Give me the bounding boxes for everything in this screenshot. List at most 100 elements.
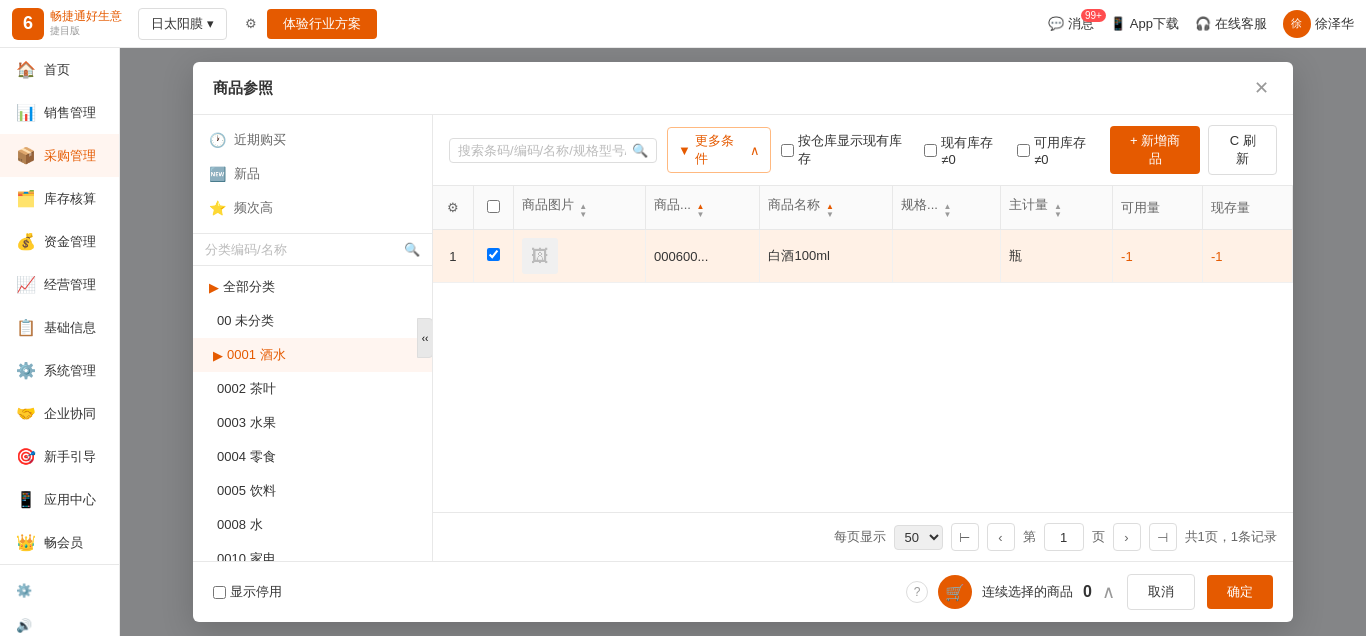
available-stock-checkbox[interactable] bbox=[1017, 144, 1030, 157]
cancel-button[interactable]: 取消 bbox=[1127, 574, 1195, 610]
nonzero-stock-filter[interactable]: 现有库存≠0 bbox=[924, 134, 1007, 167]
sidebar-label-finance: 资金管理 bbox=[44, 233, 96, 251]
sidebar-item-enterprise[interactable]: 🤝 企业协同 bbox=[0, 392, 119, 435]
prev-page-button[interactable]: ‹ bbox=[987, 523, 1015, 551]
user-menu[interactable]: 徐 徐泽华 bbox=[1283, 10, 1354, 38]
sidebar-label-inventory: 库存核算 bbox=[44, 190, 96, 208]
last-page-button[interactable]: ⊣ bbox=[1149, 523, 1177, 551]
sidebar-label-sales: 销售管理 bbox=[44, 104, 96, 122]
category-unclassified-label: 00 未分类 bbox=[217, 312, 274, 330]
message-nav-item[interactable]: 💬 消息 99+ bbox=[1048, 15, 1094, 33]
select-all-checkbox[interactable] bbox=[487, 200, 500, 213]
logo-area: 6 畅捷通好生意 捷目版 bbox=[12, 8, 122, 40]
sort-unit-icon: ▲▼ bbox=[1054, 203, 1062, 219]
sidebar-item-guide[interactable]: 🎯 新手引导 bbox=[0, 435, 119, 478]
show-disabled-checkbox[interactable] bbox=[213, 586, 226, 599]
row-checkbox-cell[interactable] bbox=[473, 230, 513, 283]
category-fruit-label: 0003 水果 bbox=[217, 414, 276, 432]
sort-image-icon: ▲▼ bbox=[579, 203, 587, 219]
th-unit[interactable]: 主计量 ▲▼ bbox=[1001, 186, 1113, 230]
sidebar-item-basic[interactable]: 📋 基础信息 bbox=[0, 306, 119, 349]
th-available[interactable]: 可用量 bbox=[1113, 186, 1203, 230]
chevron-left-icon: ‹‹ bbox=[422, 333, 429, 344]
config-icon: ⚙ bbox=[447, 200, 459, 215]
sidebar-label-guide: 新手引导 bbox=[44, 448, 96, 466]
warehouse-stock-checkbox[interactable] bbox=[781, 144, 794, 157]
add-product-button[interactable]: + 新增商品 bbox=[1110, 126, 1201, 174]
row-checkbox[interactable] bbox=[487, 248, 500, 261]
sidebar-item-inventory[interactable]: 🗂️ 库存核算 bbox=[0, 177, 119, 220]
category-snack[interactable]: 0004 零食 bbox=[193, 440, 432, 474]
next-page-button[interactable]: › bbox=[1113, 523, 1141, 551]
app-download-item[interactable]: 📱 App下载 bbox=[1110, 15, 1179, 33]
sidebar-item-system[interactable]: ⚙️ 系统管理 bbox=[0, 349, 119, 392]
refresh-button[interactable]: C 刷新 bbox=[1208, 125, 1277, 175]
company-dropdown[interactable]: 日太阳膜 ▾ bbox=[138, 8, 227, 40]
filter-icon: ▼ bbox=[678, 143, 691, 158]
sidebar-item-finance[interactable]: 💰 资金管理 bbox=[0, 220, 119, 263]
prev-icon: ‹ bbox=[998, 530, 1002, 545]
per-page-select[interactable]: 50 bbox=[894, 525, 943, 550]
modal-overlay: 商品参照 ✕ 🕐 近期购买 🆕 bbox=[120, 48, 1366, 636]
online-service-item[interactable]: 🎧 在线客服 bbox=[1195, 15, 1267, 33]
recent-purchase-label: 近期购买 bbox=[234, 131, 286, 149]
page-number-input[interactable] bbox=[1044, 523, 1084, 551]
collapse-panel-button[interactable]: ‹‹ bbox=[417, 318, 433, 358]
last-page-icon: ⊣ bbox=[1157, 530, 1168, 545]
settings-icon[interactable]: ⚙ bbox=[235, 8, 267, 40]
sidebar-label-purchase: 采购管理 bbox=[44, 147, 96, 165]
first-page-button[interactable]: ⊢ bbox=[951, 523, 979, 551]
category-beverage[interactable]: 0005 饮料 bbox=[193, 474, 432, 508]
first-page-icon: ⊢ bbox=[959, 530, 970, 545]
modal-close-button[interactable]: ✕ bbox=[1249, 76, 1273, 100]
confirm-button[interactable]: 确定 bbox=[1207, 575, 1273, 609]
row-name-cell: 白酒100ml bbox=[760, 230, 893, 283]
category-search-icon[interactable]: 🔍 bbox=[404, 242, 420, 257]
sidebar-item-sales[interactable]: 📊 销售管理 bbox=[0, 91, 119, 134]
sidebar-item-business[interactable]: 📈 经营管理 bbox=[0, 263, 119, 306]
experience-button[interactable]: 体验行业方案 bbox=[267, 9, 377, 39]
th-code[interactable]: 商品... ▲▼ bbox=[646, 186, 760, 230]
new-product-tab[interactable]: 🆕 新品 bbox=[193, 157, 432, 191]
sidebar-item-purchase[interactable]: 📦 采购管理 bbox=[0, 134, 119, 177]
th-stock-label: 现存量 bbox=[1211, 200, 1250, 215]
sidebar-item-home[interactable]: 🏠 首页 bbox=[0, 48, 119, 91]
help-button[interactable]: ? bbox=[906, 581, 928, 603]
show-disabled-checkbox-label[interactable]: 显示停用 bbox=[213, 583, 282, 601]
sidebar-settings[interactable]: ⚙️ bbox=[0, 573, 119, 608]
available-stock-filter[interactable]: 可用库存≠0 bbox=[1017, 134, 1100, 167]
category-appliance[interactable]: 0010 家电 bbox=[193, 542, 432, 561]
category-tea[interactable]: 0002 茶叶 bbox=[193, 372, 432, 406]
category-tea-label: 0002 茶叶 bbox=[217, 380, 276, 398]
product-search-input[interactable] bbox=[458, 143, 626, 158]
sidebar-item-apps[interactable]: 📱 应用中心 bbox=[0, 478, 119, 521]
nonzero-stock-checkbox[interactable] bbox=[924, 144, 937, 157]
warehouse-stock-filter[interactable]: 按仓库显示现有库存 bbox=[781, 132, 914, 168]
row-image-cell: 🖼 bbox=[513, 230, 646, 283]
th-name[interactable]: 商品名称 ▲▼ bbox=[760, 186, 893, 230]
category-search-input[interactable] bbox=[205, 242, 398, 257]
category-unclassified[interactable]: 00 未分类 bbox=[193, 304, 432, 338]
category-fruit[interactable]: 0003 水果 bbox=[193, 406, 432, 440]
category-liquor[interactable]: ▶ 0001 酒水 bbox=[193, 338, 432, 372]
category-water[interactable]: 0008 水 bbox=[193, 508, 432, 542]
pagination: 每页显示 50 ⊢ ‹ 第 页 bbox=[433, 512, 1293, 561]
sidebar-item-member[interactable]: 👑 畅会员 bbox=[0, 521, 119, 564]
th-spec[interactable]: 规格... ▲▼ bbox=[893, 186, 1001, 230]
frequent-tab[interactable]: ⭐ 频次高 bbox=[193, 191, 432, 225]
collapse-cart-button[interactable]: ∧ bbox=[1102, 581, 1115, 603]
th-checkbox[interactable] bbox=[473, 186, 513, 230]
apps-icon: 📱 bbox=[16, 490, 36, 509]
category-all[interactable]: ▶ 全部分类 bbox=[193, 270, 432, 304]
th-config[interactable]: ⚙ bbox=[433, 186, 473, 230]
search-icon[interactable]: 🔍 bbox=[632, 143, 648, 158]
member-icon: 👑 bbox=[16, 533, 36, 552]
recent-purchase-tab[interactable]: 🕐 近期购买 bbox=[193, 123, 432, 157]
th-stock[interactable]: 现存量 bbox=[1203, 186, 1293, 230]
sidebar-label-business: 经营管理 bbox=[44, 276, 96, 294]
table-row[interactable]: 1 🖼 bbox=[433, 230, 1293, 283]
sidebar-volume[interactable]: 🔊 bbox=[0, 608, 119, 636]
modal-title: 商品参照 bbox=[213, 79, 273, 98]
cart-icon-button[interactable]: 🛒 bbox=[938, 575, 972, 609]
more-filter-button[interactable]: ▼ 更多条件 ∧ bbox=[667, 127, 771, 173]
